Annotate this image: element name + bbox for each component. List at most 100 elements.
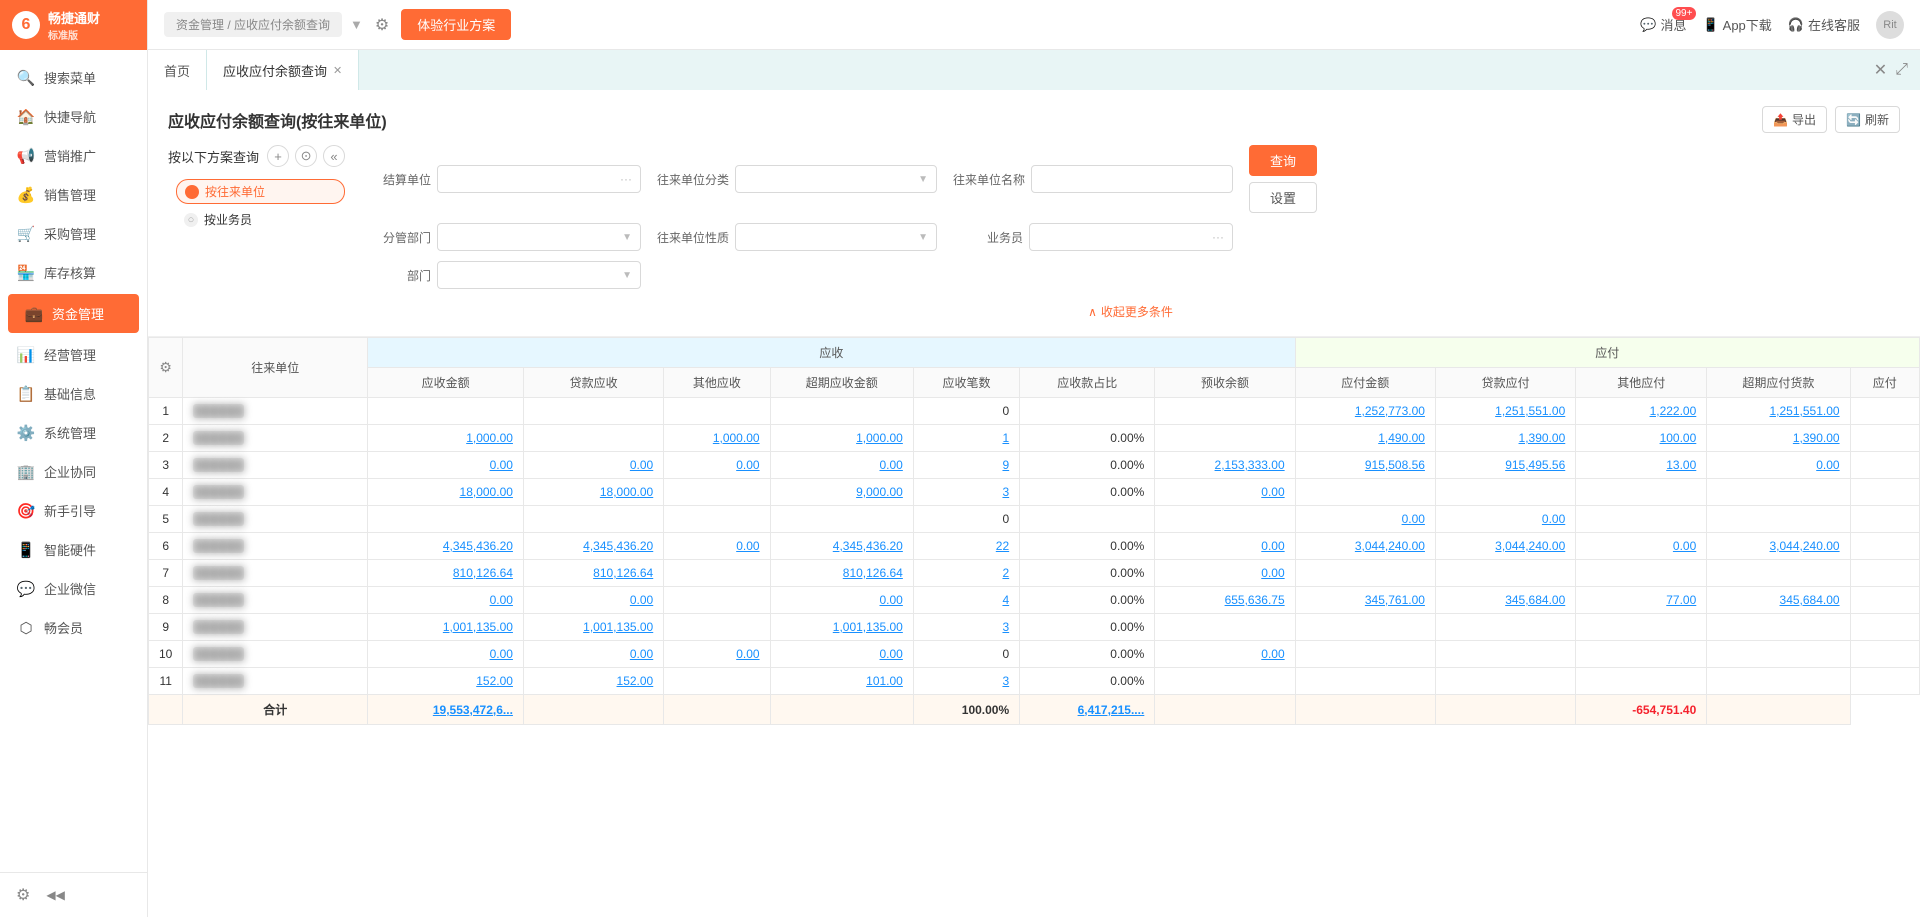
partner-name-input[interactable] (1031, 165, 1233, 193)
app-download-btn[interactable]: 📱 App下载 (1702, 15, 1771, 34)
setting-btn[interactable]: 设置 (1249, 182, 1317, 213)
total-yingshou[interactable]: 19,553,472,6... (368, 695, 524, 725)
yingshou-cell[interactable]: 22 (913, 533, 1019, 560)
partner-category-input[interactable]: ▼ (735, 165, 937, 193)
yingshou-cell[interactable]: 0.00% (1020, 479, 1155, 506)
yingfu-cell[interactable]: 345,761.00 (1295, 587, 1435, 614)
yingshou-cell[interactable]: 2,153,333.00 (1155, 452, 1295, 479)
yingfu-cell[interactable]: 13.00 (1576, 452, 1707, 479)
user-avatar[interactable]: Rit (1876, 11, 1904, 39)
yingshou-cell[interactable]: 9,000.00 (770, 479, 913, 506)
yingshou-cell[interactable]: 4,345,436.20 (770, 533, 913, 560)
yingshou-cell[interactable]: 1,001,135.00 (770, 614, 913, 641)
yingfu-cell[interactable]: 915,508.56 (1295, 452, 1435, 479)
yingshou-cell[interactable]: 1,001,135.00 (368, 614, 524, 641)
trial-btn[interactable]: 体验行业方案 (401, 9, 511, 40)
yingshou-cell[interactable]: 3 (913, 479, 1019, 506)
sidebar-item-guide[interactable]: 🎯 新手引导 (0, 491, 147, 530)
dept-input[interactable]: ▼ (437, 223, 641, 251)
sidebar-item-quicknav[interactable]: 🏠 快捷导航 (0, 97, 147, 136)
filter-config-btn[interactable]: ⊙ (295, 145, 317, 167)
yingshou-cell[interactable]: 152.00 (368, 668, 524, 695)
sidebar-item-hardware[interactable]: 📱 智能硬件 (0, 530, 147, 569)
refresh-btn[interactable]: 🔄 刷新 (1835, 106, 1900, 133)
yingshou-cell[interactable]: 9 (913, 452, 1019, 479)
online-service-btn[interactable]: 🎧 在线客服 (1788, 15, 1860, 34)
sidebar-item-search[interactable]: 🔍 搜索菜单 (0, 58, 147, 97)
footer-settings-icon[interactable]: ⚙ (16, 885, 30, 905)
close-window-icon[interactable]: ✕ (1874, 60, 1887, 80)
sidebar-item-purchase[interactable]: 🛒 采购管理 (0, 214, 147, 253)
yingshou-cell[interactable]: 655,636.75 (1155, 587, 1295, 614)
yingshou-cell[interactable]: 18,000.00 (523, 479, 663, 506)
yingshou-cell[interactable]: 0.00% (1020, 533, 1155, 560)
sidebar-item-member[interactable]: ⬡ 畅会员 (0, 608, 147, 647)
yingfu-cell[interactable]: 0.00 (1576, 533, 1707, 560)
sidebar-item-enterprise[interactable]: 🏢 企业协同 (0, 452, 147, 491)
yingshou-cell[interactable]: 1,000.00 (368, 425, 524, 452)
yingfu-cell[interactable]: 1,390.00 (1707, 425, 1850, 452)
yingshou-cell[interactable]: 1,001,135.00 (523, 614, 663, 641)
query-option-by-staff[interactable]: ○ 按业务员 (176, 208, 345, 231)
yingshou-cell[interactable]: 0.00% (1020, 614, 1155, 641)
yingshou-cell[interactable]: 4,345,436.20 (368, 533, 524, 560)
partner-nature-input[interactable]: ▼ (735, 223, 937, 251)
yingfu-cell[interactable]: 3,044,240.00 (1295, 533, 1435, 560)
query-btn[interactable]: 查询 (1249, 145, 1317, 176)
yingshou-cell[interactable]: 0.00% (1020, 452, 1155, 479)
department-input[interactable]: ▼ (437, 261, 641, 289)
yingshou-cell[interactable]: 0.00% (1020, 641, 1155, 668)
yingfu-cell[interactable]: 3,044,240.00 (1435, 533, 1575, 560)
total-yushou[interactable]: 6,417,215.... (1020, 695, 1155, 725)
yingshou-cell[interactable]: 2 (913, 560, 1019, 587)
yingshou-cell[interactable]: 152.00 (523, 668, 663, 695)
maximize-icon[interactable]: ⤢ (1895, 61, 1908, 79)
tab-close-icon[interactable]: ✕ (333, 64, 342, 77)
sidebar-item-sales[interactable]: 💰 销售管理 (0, 175, 147, 214)
footer-collapse-icon[interactable]: ◀◀ (46, 888, 64, 902)
yingshou-cell[interactable]: 0.00% (1020, 587, 1155, 614)
yingshou-cell[interactable]: 4 (913, 587, 1019, 614)
jiesuan-unit-input[interactable]: ··· (437, 165, 641, 193)
sidebar-item-finance[interactable]: 💼 资金管理 (8, 294, 139, 333)
sidebar-item-wechat[interactable]: 💬 企业微信 (0, 569, 147, 608)
sidebar-item-system[interactable]: ⚙️ 系统管理 (0, 413, 147, 452)
yingfu-cell[interactable]: 0.00 (1707, 452, 1850, 479)
yingfu-cell[interactable]: 915,495.56 (1435, 452, 1575, 479)
collapse-btn[interactable]: ∧ 收起更多条件 (1084, 299, 1177, 324)
yingshou-cell[interactable]: 1,000.00 (664, 425, 770, 452)
filter-add-btn[interactable]: + (267, 145, 289, 167)
yingshou-cell[interactable]: 810,126.64 (368, 560, 524, 587)
yingshou-cell[interactable]: 0.00% (1020, 668, 1155, 695)
yingshou-cell[interactable]: 0.00% (1020, 425, 1155, 452)
header-settings-icon[interactable]: ⚙ (375, 15, 389, 35)
yingshou-cell[interactable]: 1,000.00 (770, 425, 913, 452)
yingshou-cell[interactable]: 3 (913, 614, 1019, 641)
yingfu-cell[interactable]: 1,251,551.00 (1707, 398, 1850, 425)
sidebar-item-marketing[interactable]: 📢 营销推广 (0, 136, 147, 175)
yingfu-cell[interactable]: 0.00 (1295, 506, 1435, 533)
yingshou-cell[interactable]: 18,000.00 (368, 479, 524, 506)
yingshou-cell[interactable]: 1 (913, 425, 1019, 452)
sidebar-item-basic[interactable]: 📋 基础信息 (0, 374, 147, 413)
sidebar-item-operation[interactable]: 📊 经营管理 (0, 335, 147, 374)
yingfu-cell[interactable]: 1,222.00 (1576, 398, 1707, 425)
yingfu-cell[interactable]: 0.00 (1435, 506, 1575, 533)
yingshou-cell[interactable]: 4,345,436.20 (523, 533, 663, 560)
table-settings-icon[interactable]: ⚙ (159, 359, 172, 375)
yingshou-cell[interactable]: 3 (913, 668, 1019, 695)
yingfu-cell[interactable]: 345,684.00 (1435, 587, 1575, 614)
salesman-input[interactable]: ··· (1029, 223, 1233, 251)
yingshou-cell[interactable]: 0.00% (1020, 560, 1155, 587)
filter-collapse-btn[interactable]: « (323, 145, 345, 167)
yingfu-cell[interactable]: 77.00 (1576, 587, 1707, 614)
yingfu-cell[interactable]: 3,044,240.00 (1707, 533, 1850, 560)
yingfu-cell[interactable]: 100.00 (1576, 425, 1707, 452)
export-btn[interactable]: 📤 导出 (1762, 106, 1827, 133)
tab-home[interactable]: 首页 (148, 50, 207, 90)
yingfu-cell[interactable]: 1,490.00 (1295, 425, 1435, 452)
yingfu-cell[interactable]: 1,251,551.00 (1435, 398, 1575, 425)
messages-btn[interactable]: 💬 消息 99+ (1640, 15, 1686, 34)
tab-ar-ap[interactable]: 应收应付余额查询 ✕ (207, 50, 359, 90)
yingshou-cell[interactable]: 810,126.64 (770, 560, 913, 587)
